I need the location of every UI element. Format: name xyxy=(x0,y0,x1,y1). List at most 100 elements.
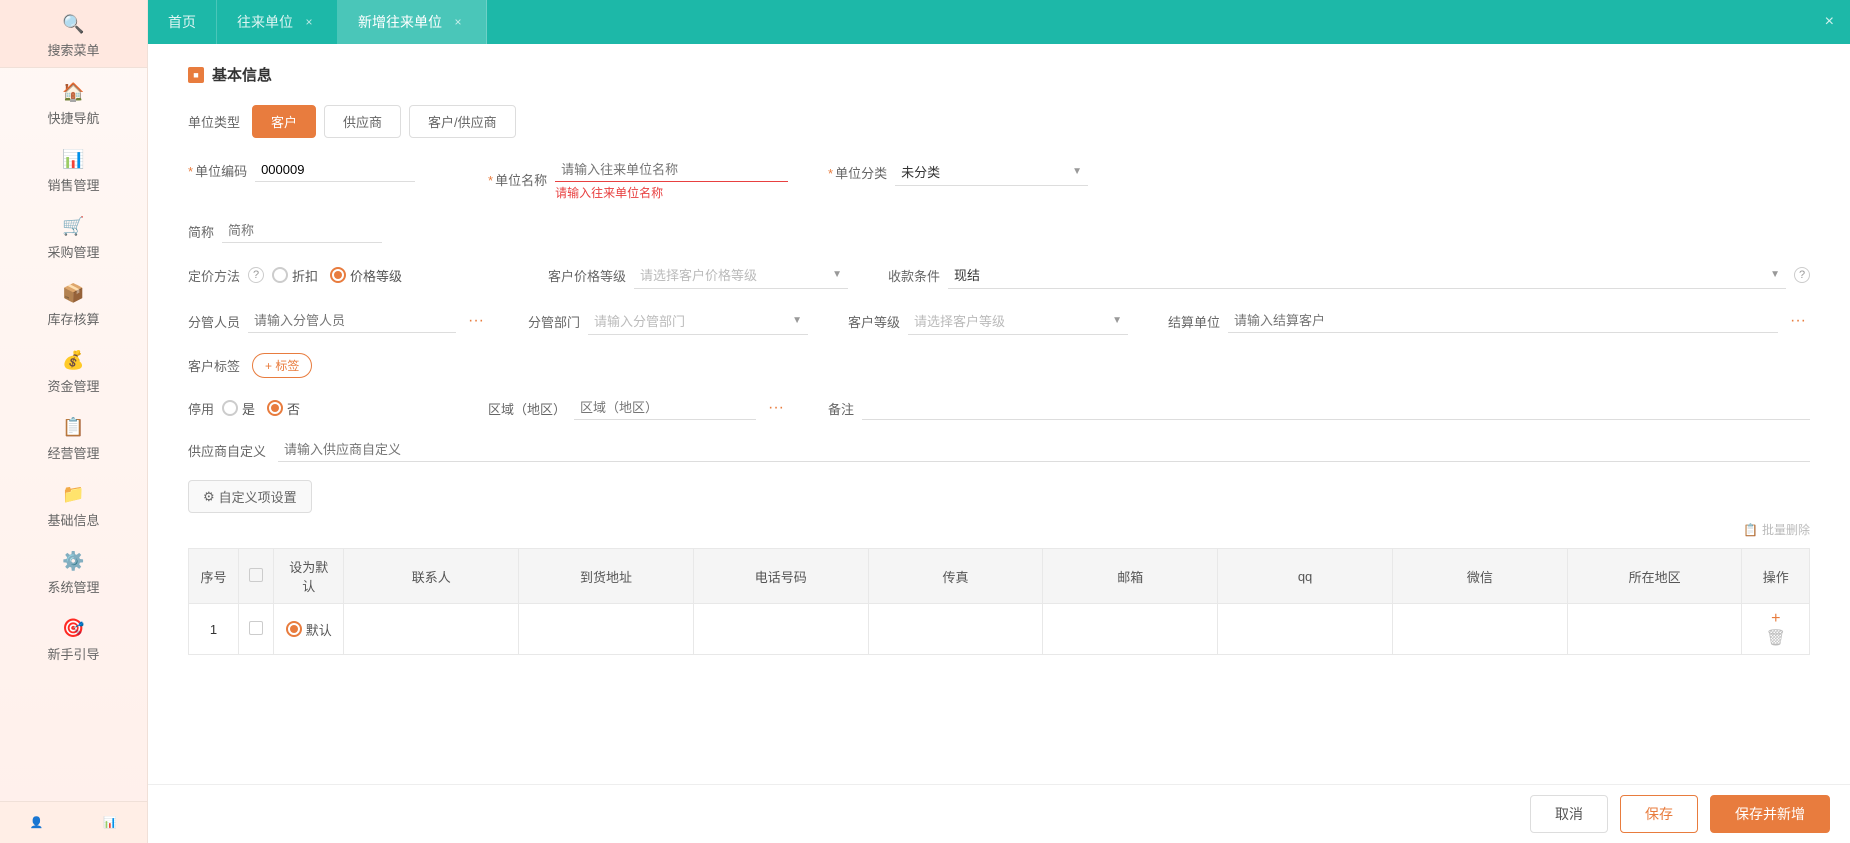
sidebar-stats-btn[interactable]: 📊 xyxy=(74,810,148,835)
pricing-help-icon[interactable]: ? xyxy=(248,267,264,283)
col-header-default: 设为默认 xyxy=(274,549,344,604)
col-header-num: 序号 xyxy=(189,549,239,604)
row-region[interactable] xyxy=(1567,604,1742,655)
tab-new-partner[interactable]: 新增往来单位 × xyxy=(338,0,487,44)
abbr-input[interactable] xyxy=(222,219,382,243)
fax-input[interactable] xyxy=(879,622,1033,637)
delete-row-btn[interactable]: 🗑 xyxy=(1766,630,1786,647)
select-all-checkbox[interactable] xyxy=(249,568,263,582)
row-address[interactable] xyxy=(519,604,694,655)
sidebar-item-inventory[interactable]: 📦 库存核算 xyxy=(0,269,147,336)
radio-yes[interactable]: 是 xyxy=(222,399,255,418)
sidebar-item-system[interactable]: ⚙️ 系统管理 xyxy=(0,537,147,604)
sidebar-user-btn[interactable]: 👤 xyxy=(0,810,74,835)
chevron-down-icon: ▼ xyxy=(1072,166,1082,177)
unit-name-input[interactable] xyxy=(555,158,788,182)
radio-price-level-label: 价格等级 xyxy=(350,266,402,285)
row-wechat[interactable] xyxy=(1393,604,1568,655)
ops-icon: 📋 xyxy=(62,415,86,439)
row-phone[interactable] xyxy=(693,604,868,655)
unit-code-label: *单位编码 xyxy=(188,161,247,180)
add-row-btn[interactable]: + xyxy=(1771,610,1780,627)
dept-placeholder: 请输入分管部门 xyxy=(594,311,685,330)
row-abbr: 简称 xyxy=(188,219,1810,243)
sidebar-item-operations[interactable]: 📋 经营管理 xyxy=(0,403,147,470)
unit-type-label: 单位类型 xyxy=(188,112,240,131)
unit-btn-supplier[interactable]: 供应商 xyxy=(324,105,401,138)
save-button[interactable]: 保存 xyxy=(1620,795,1698,833)
form-content: ■ 基本信息 单位类型 客户 供应商 客户/供应商 xyxy=(148,44,1850,784)
tab-partners[interactable]: 往来单位 × xyxy=(217,0,338,44)
radio-discount-circle xyxy=(272,267,288,283)
table-row: 1 默认 xyxy=(189,604,1810,655)
radio-no[interactable]: 否 xyxy=(267,399,300,418)
region-ellipsis-btn[interactable]: ··· xyxy=(764,399,788,417)
settlement-unit-ellipsis-btn[interactable]: ··· xyxy=(1786,312,1810,330)
unit-btn-both[interactable]: 客户/供应商 xyxy=(409,105,516,138)
chevron-down-icon: ▼ xyxy=(1112,315,1122,326)
save-new-button[interactable]: 保存并新增 xyxy=(1710,795,1830,833)
inventory-icon: 📦 xyxy=(62,281,86,305)
row-checkbox[interactable] xyxy=(249,621,263,635)
row-contact[interactable] xyxy=(344,604,519,655)
unit-category-label: *单位分类 xyxy=(828,163,887,182)
manager-ellipsis-btn[interactable]: ··· xyxy=(464,312,488,330)
cancel-button[interactable]: 取消 xyxy=(1530,795,1608,833)
region-table-input[interactable] xyxy=(1578,622,1732,637)
payment-terms-help-icon[interactable]: ? xyxy=(1794,267,1810,283)
sidebar-item-sales[interactable]: 📊 销售管理 xyxy=(0,135,147,202)
sidebar-item-label: 快捷导航 xyxy=(47,108,99,127)
sidebar-item-basic-info[interactable]: 📁 基础信息 xyxy=(0,470,147,537)
settlement-unit-input[interactable] xyxy=(1228,309,1778,333)
row-default-radio[interactable]: 默认 xyxy=(284,620,333,639)
row-default-label: 默认 xyxy=(306,620,332,639)
radio-discount[interactable]: 折扣 xyxy=(272,266,318,285)
manager-input[interactable] xyxy=(248,309,456,333)
col-header-wechat: 微信 xyxy=(1393,549,1568,604)
remarks-input[interactable] xyxy=(862,396,1810,420)
row-unit-info: *单位编码 *单位名称 请输入往来单位名称 xyxy=(188,158,1810,201)
row-qq[interactable] xyxy=(1218,604,1393,655)
unit-category-select[interactable]: 未分类 ▼ xyxy=(895,158,1088,186)
sidebar: 🔍 搜索菜单 🏠 快捷导航 📊 销售管理 🛒 采购管理 📦 库存核算 💰 资金管… xyxy=(0,0,148,843)
contact-input[interactable] xyxy=(354,622,508,637)
radio-price-level[interactable]: 价格等级 xyxy=(330,266,402,285)
supplier-custom-input[interactable] xyxy=(278,438,1810,462)
row-email[interactable] xyxy=(1043,604,1218,655)
col-header-region: 所在地区 xyxy=(1567,549,1742,604)
dept-select[interactable]: 请输入分管部门 ▼ xyxy=(588,307,808,335)
payment-terms-select[interactable]: 现结 ▼ xyxy=(948,261,1786,289)
batch-delete-wrapper[interactable]: 📋 批量删除 xyxy=(188,521,1810,538)
unit-code-input[interactable] xyxy=(255,158,415,182)
sidebar-item-label: 基础信息 xyxy=(47,510,99,529)
region-input[interactable] xyxy=(574,396,756,420)
sidebar-item-finance[interactable]: 💰 资金管理 xyxy=(0,336,147,403)
unit-type-buttons: 客户 供应商 客户/供应商 xyxy=(252,105,516,138)
customer-price-level-select[interactable]: 请选择客户价格等级 ▼ xyxy=(634,261,848,289)
home-icon: 🏠 xyxy=(62,80,86,104)
tab-new-partner-close[interactable]: × xyxy=(450,14,466,30)
tab-partners-close[interactable]: × xyxy=(301,14,317,30)
phone-input[interactable] xyxy=(704,622,858,637)
add-tag-btn[interactable]: + 标签 xyxy=(252,353,312,378)
customer-level-placeholder: 请选择客户等级 xyxy=(914,311,1005,330)
email-input[interactable] xyxy=(1053,622,1207,637)
row-tags: 客户标签 + 标签 xyxy=(188,353,1810,378)
col-header-email: 邮箱 xyxy=(1043,549,1218,604)
window-close-btn[interactable]: × xyxy=(1809,13,1850,31)
custom-settings-btn[interactable]: ⚙ 自定义项设置 xyxy=(188,480,312,513)
tab-home[interactable]: 首页 xyxy=(148,0,217,44)
sidebar-item-purchase[interactable]: 🛒 采购管理 xyxy=(0,202,147,269)
sidebar-item-guide[interactable]: 🎯 新手引导 xyxy=(0,604,147,671)
settlement-unit-label: 结算单位 xyxy=(1168,312,1220,331)
sidebar-item-quick-nav[interactable]: 🏠 快捷导航 xyxy=(0,68,147,135)
qq-input[interactable] xyxy=(1228,622,1382,637)
sidebar-search[interactable]: 🔍 搜索菜单 xyxy=(0,0,147,68)
address-input[interactable] xyxy=(529,622,683,637)
unit-btn-customer[interactable]: 客户 xyxy=(252,105,316,138)
customer-level-select[interactable]: 请选择客户等级 ▼ xyxy=(908,307,1128,335)
col-header-phone: 电话号码 xyxy=(693,549,868,604)
tab-bar: 首页 往来单位 × 新增往来单位 × × xyxy=(148,0,1850,44)
wechat-input[interactable] xyxy=(1403,622,1557,637)
row-fax[interactable] xyxy=(868,604,1043,655)
